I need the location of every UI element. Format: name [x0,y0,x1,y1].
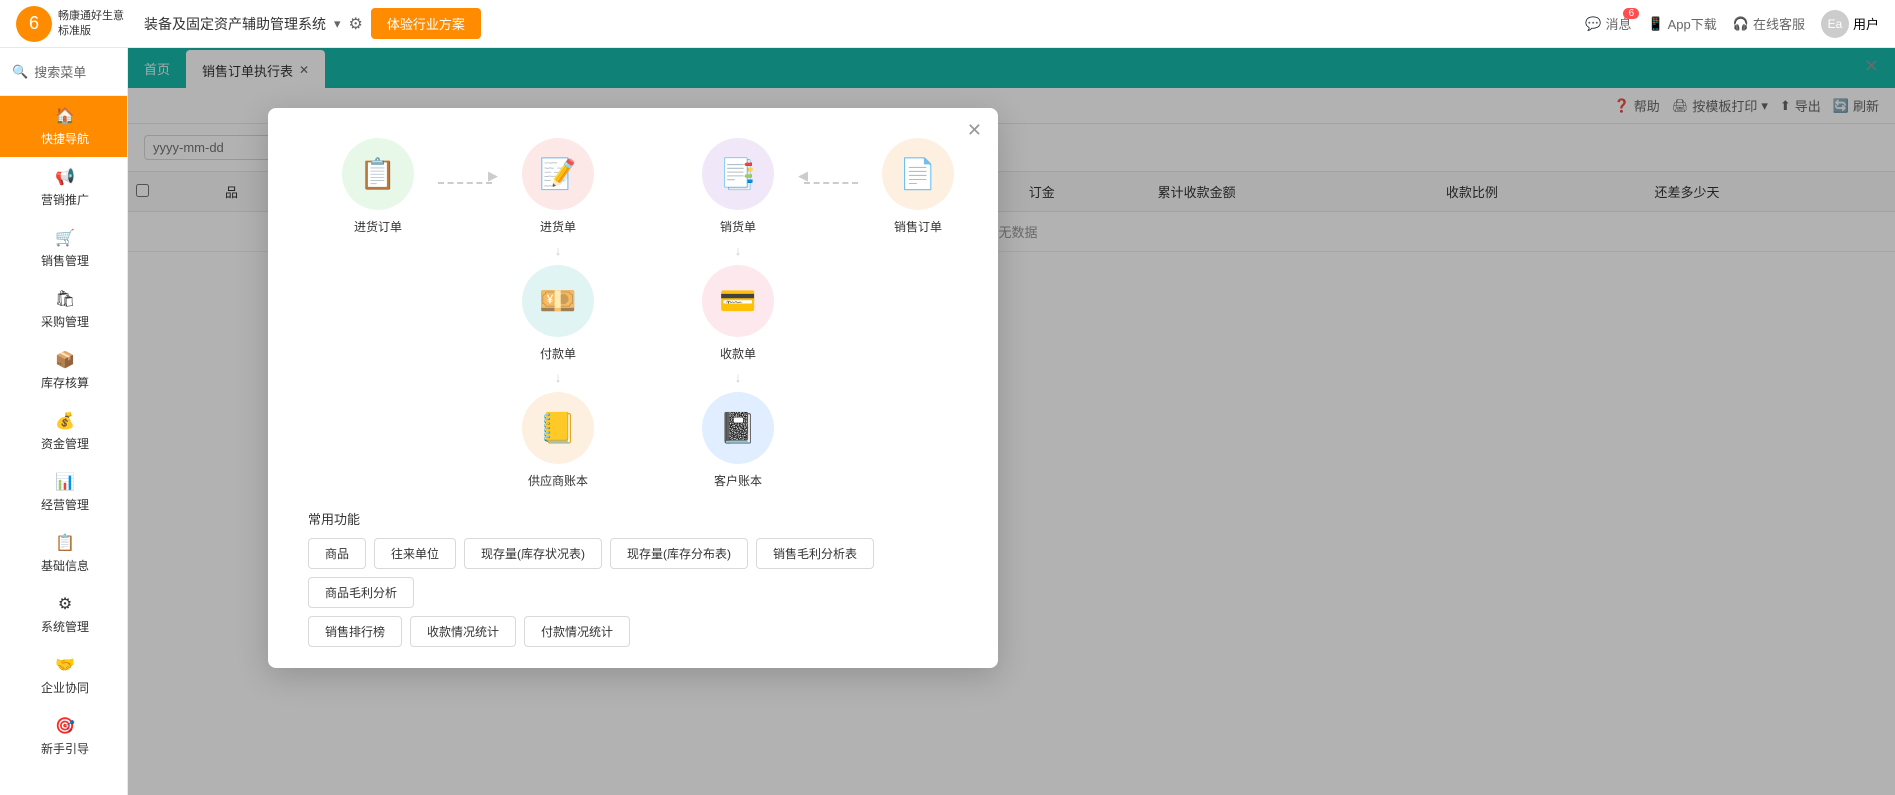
inventory-icon: 📦 [55,350,75,370]
receipt-circle: 💳 [702,265,774,337]
download-icon: 📱 [1647,16,1663,32]
top-right: 💬 消息 6 📱 App下载 🎧 在线客服 Ea 用户 [1585,10,1879,38]
popup-overlay[interactable]: ✕ 📋 进货订单 ▶ [128,48,1895,795]
func-stock-dist[interactable]: 现存量(库存分布表) [610,538,748,569]
sidebar-item-marketing[interactable]: 📢 营销推广 [0,157,127,218]
func-goods-profit[interactable]: 商品毛利分析 [308,577,414,608]
purchase-order-circle: 📋 [342,138,414,210]
sidebar: 🔍 搜索菜单 🏠 快捷导航 📢 营销推广 🛒 销售管理 🛍 采购管理 [0,48,128,795]
message-badge: 6 [1623,8,1639,19]
arrow-down-2: ↓ [735,244,742,257]
main-area: 🔍 搜索菜单 🏠 快捷导航 📢 营销推广 🛒 销售管理 🛍 采购管理 [0,48,1895,795]
payment-label: 付款单 [540,345,576,362]
wf-node-customer-ledger[interactable]: 📓 客户账本 [702,392,774,489]
home-icon: 🏠 [55,106,75,126]
func-row-1: 商品 往来单位 现存量(库存状况表) 现存量(库存分布表) 销售毛利分析表 商品… [308,538,958,608]
basic-info-icon: 📋 [55,533,75,553]
wf-node-purchase[interactable]: 📝 进货单 [522,138,594,235]
sales-icon: 🛒 [55,228,75,248]
purchase-circle: 📝 [522,138,594,210]
logo-text: 畅康通好生意 标准版 [58,9,124,38]
func-sales-rank[interactable]: 销售排行榜 [308,616,402,647]
newbie-icon: 🎯 [55,716,75,736]
supplier-ledger-label: 供应商账本 [528,472,588,489]
wf-node-supplier-ledger[interactable]: 📒 供应商账本 [522,392,594,489]
content-area: 首页 销售订单执行表 ✕ ✕ ❓ 帮助 🖨 按模板打印 ▾ [128,48,1895,795]
wf-node-receipt[interactable]: 💳 收款单 [702,265,774,362]
message-icon: 💬 [1585,16,1601,32]
system-icon: ⚙ [58,594,72,614]
top-bar: 6 畅康通好生意 标准版 装备及固定资产辅助管理系统 ▾ ⚙ 体验行业方案 💬 … [0,0,1895,48]
wf-node-sale[interactable]: 📑 销货单 [702,138,774,235]
sale-circle: 📑 [702,138,774,210]
payment-circle: 💴 [522,265,594,337]
sale-label: 销货单 [720,218,756,235]
settings-icon[interactable]: ⚙ [349,14,363,34]
operations-icon: 📊 [55,472,75,492]
customer-ledger-label: 客户账本 [714,472,762,489]
headset-icon: 🎧 [1733,16,1749,32]
sidebar-item-purchase[interactable]: 🛍 采购管理 [0,279,127,340]
common-funcs-title: 常用功能 [308,509,958,528]
sidebar-item-basic-info[interactable]: 📋 基础信息 [0,523,127,584]
func-pay-stat[interactable]: 付款情况统计 [524,616,630,647]
sidebar-item-newbie[interactable]: 🎯 新手引导 [0,706,127,767]
purchase-order-label: 进货订单 [354,218,402,235]
sidebar-item-sales[interactable]: 🛒 销售管理 [0,218,127,279]
enterprise-icon: 🤝 [55,655,75,675]
receipt-label: 收款单 [720,345,756,362]
search-menu-btn[interactable]: 🔍 搜索菜单 [8,58,119,85]
app-container: 6 畅康通好生意 标准版 装备及固定资产辅助管理系统 ▾ ⚙ 体验行业方案 💬 … [0,0,1895,795]
search-icon: 🔍 [12,64,28,80]
finance-icon: 💰 [55,411,75,431]
user-area[interactable]: Ea 用户 [1821,10,1879,38]
popup-close-button[interactable]: ✕ [967,120,982,141]
customer-ledger-circle: 📓 [702,392,774,464]
logo-area: 6 畅康通好生意 标准版 [16,6,136,42]
func-goods[interactable]: 商品 [308,538,366,569]
func-sales-profit[interactable]: 销售毛利分析表 [756,538,874,569]
popup: ✕ 📋 进货订单 ▶ [268,108,998,668]
logo-icon: 6 [16,6,52,42]
avatar: Ea [1821,10,1849,38]
sidebar-item-enterprise[interactable]: 🤝 企业协同 [0,645,127,706]
sale-order-circle: 📄 [882,138,954,210]
message-action[interactable]: 💬 消息 6 [1585,14,1631,33]
wf-node-purchase-order[interactable]: 📋 进货订单 [342,138,414,235]
arrow-right-1: ▶ [438,168,498,206]
marketing-icon: 📢 [55,167,75,187]
supplier-ledger-circle: 📒 [522,392,594,464]
arrow-left-1: ◀ [798,168,858,206]
online-service-action[interactable]: 🎧 在线客服 [1733,14,1805,33]
func-row-2: 销售排行榜 收款情况统计 付款情况统计 [308,616,958,647]
top-left: 6 畅康通好生意 标准版 装备及固定资产辅助管理系统 ▾ ⚙ 体验行业方案 [16,6,481,42]
workflow-grid: 📋 进货订单 ▶ 📝 进货单 [268,108,998,499]
func-stock-status[interactable]: 现存量(库存状况表) [464,538,602,569]
try-button[interactable]: 体验行业方案 [371,8,481,39]
system-title: 装备及固定资产辅助管理系统 [144,14,326,34]
wf-node-sale-order[interactable]: 📄 销售订单 [882,138,954,235]
sidebar-item-system[interactable]: ⚙ 系统管理 [0,584,127,645]
arrow-down-4: ↓ [735,370,742,385]
arrow-down-1: ↓ [555,244,562,257]
sale-order-label: 销售订单 [894,218,942,235]
sidebar-item-quick-nav[interactable]: 🏠 快捷导航 [0,96,127,157]
app-download-action[interactable]: 📱 App下载 [1647,14,1716,33]
func-recv-stat[interactable]: 收款情况统计 [410,616,516,647]
sidebar-item-operations[interactable]: 📊 经营管理 [0,462,127,523]
sidebar-search[interactable]: 🔍 搜索菜单 [0,48,127,96]
sidebar-item-inventory[interactable]: 📦 库存核算 [0,340,127,401]
purchase-icon: 🛍 [55,289,75,309]
dropdown-icon[interactable]: ▾ [334,16,341,32]
arrow-down-3: ↓ [555,370,562,385]
wf-node-payment[interactable]: 💴 付款单 [522,265,594,362]
sidebar-item-finance[interactable]: 💰 资金管理 [0,401,127,462]
purchase-label: 进货单 [540,218,576,235]
common-funcs: 常用功能 商品 往来单位 现存量(库存状况表) 现存量(库存分布表) 销售毛利分… [268,499,998,668]
func-partner[interactable]: 往来单位 [374,538,456,569]
